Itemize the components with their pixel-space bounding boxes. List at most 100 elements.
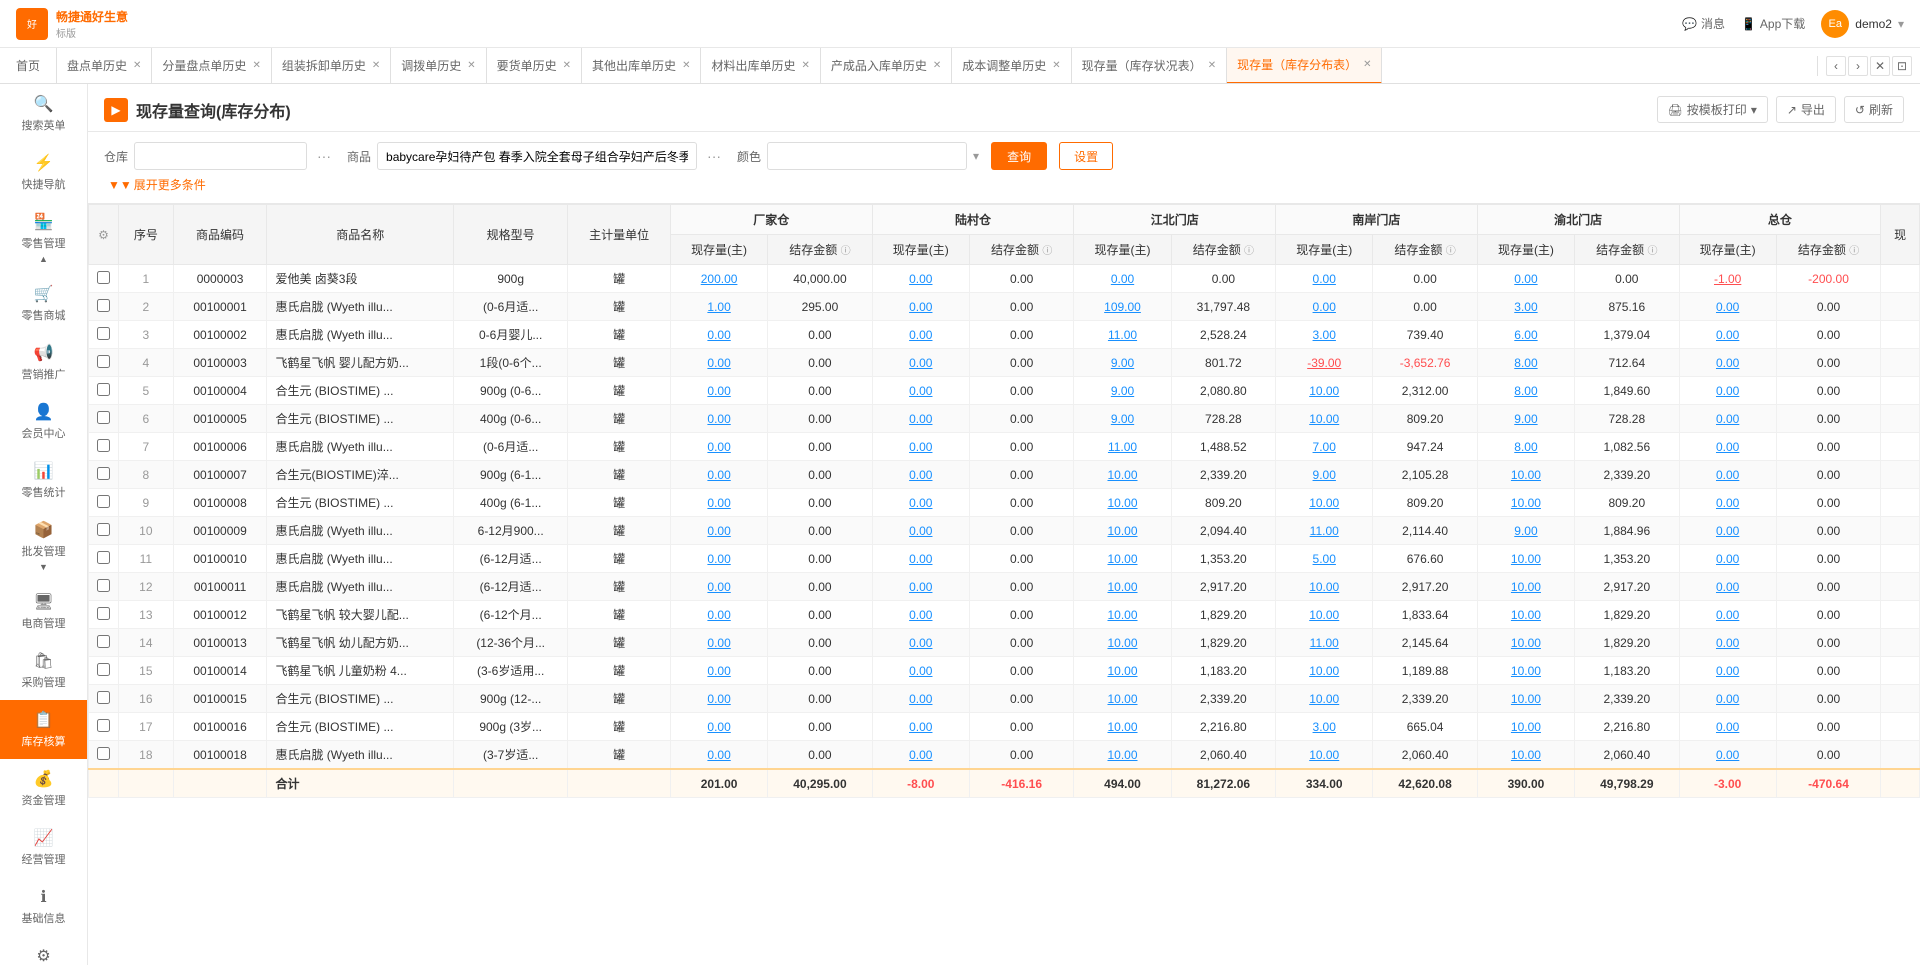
settings-btn[interactable]: 设置	[1059, 142, 1113, 170]
row-nanan-qty-8[interactable]: 10.00	[1276, 489, 1373, 517]
row-factory-qty-4[interactable]: 0.00	[670, 377, 767, 405]
row-jiangbei-qty-13[interactable]: 10.00	[1074, 629, 1171, 657]
tab-close-7[interactable]: ✕	[933, 60, 941, 71]
row-yubei-qty-5[interactable]: 9.00	[1477, 405, 1574, 433]
tab-3[interactable]: 调拨单历史 ✕	[391, 48, 486, 84]
row-factory-qty-7[interactable]: 0.00	[670, 461, 767, 489]
row-jiangbei-qty-8[interactable]: 10.00	[1074, 489, 1171, 517]
row-jiangbei-qty-16[interactable]: 10.00	[1074, 713, 1171, 741]
row-factory-qty-10[interactable]: 0.00	[670, 545, 767, 573]
row-jiangbei-qty-14[interactable]: 10.00	[1074, 657, 1171, 685]
sidebar-item-retail-mall[interactable]: 🛒 零售商城	[0, 274, 87, 333]
warehouse-input[interactable]	[134, 142, 307, 170]
row-total-qty-0[interactable]: -1.00	[1679, 265, 1776, 293]
sidebar-item-members[interactable]: 👤 会员中心	[0, 392, 87, 451]
tab-8[interactable]: 成本调整单历史 ✕	[952, 48, 1071, 84]
row-nanan-qty-12[interactable]: 10.00	[1276, 601, 1373, 629]
row-nanan-qty-16[interactable]: 3.00	[1276, 713, 1373, 741]
row-checkbox-8[interactable]	[89, 489, 119, 517]
row-lu-qty-15[interactable]: 0.00	[872, 685, 969, 713]
tab-6[interactable]: 材料出库单历史 ✕	[701, 48, 820, 84]
row-nanan-qty-3[interactable]: -39.00	[1276, 349, 1373, 377]
sidebar-item-operation[interactable]: 📈 经营管理	[0, 818, 87, 877]
tab-expand-btn[interactable]: ⊡	[1892, 56, 1912, 76]
row-yubei-qty-3[interactable]: 8.00	[1477, 349, 1574, 377]
sidebar-item-inventory[interactable]: 📋 库存核算	[0, 700, 87, 759]
row-factory-qty-1[interactable]: 1.00	[670, 293, 767, 321]
tab-close-4[interactable]: ✕	[563, 60, 571, 71]
goods-ellipsis-btn[interactable]: ···	[703, 148, 725, 164]
row-total-qty-17[interactable]: 0.00	[1679, 741, 1776, 770]
row-checkbox-0[interactable]	[89, 265, 119, 293]
row-nanan-qty-1[interactable]: 0.00	[1276, 293, 1373, 321]
row-jiangbei-qty-1[interactable]: 109.00	[1074, 293, 1171, 321]
row-lu-qty-4[interactable]: 0.00	[872, 377, 969, 405]
row-yubei-qty-8[interactable]: 10.00	[1477, 489, 1574, 517]
tab-close-1[interactable]: ✕	[252, 60, 260, 71]
row-checkbox-16[interactable]	[89, 713, 119, 741]
row-nanan-qty-5[interactable]: 10.00	[1276, 405, 1373, 433]
row-jiangbei-qty-9[interactable]: 10.00	[1074, 517, 1171, 545]
row-checkbox-13[interactable]	[89, 629, 119, 657]
warehouse-ellipsis-btn[interactable]: ···	[313, 148, 335, 164]
row-total-qty-9[interactable]: 0.00	[1679, 517, 1776, 545]
sidebar-item-marketing[interactable]: 📢 营销推广	[0, 333, 87, 392]
user-area[interactable]: Ea demo2 ▾	[1821, 10, 1904, 38]
info-icon-4[interactable]: ⓘ	[1446, 246, 1456, 257]
tab-close-6[interactable]: ✕	[801, 60, 809, 71]
color-input[interactable]	[767, 142, 967, 170]
row-yubei-qty-15[interactable]: 10.00	[1477, 685, 1574, 713]
sidebar-item-retail-stats[interactable]: 📊 零售统计	[0, 451, 87, 510]
row-factory-qty-17[interactable]: 0.00	[670, 741, 767, 770]
info-icon-6[interactable]: ⓘ	[1849, 246, 1859, 257]
export-btn[interactable]: ↗ 导出	[1776, 96, 1836, 123]
row-yubei-qty-10[interactable]: 10.00	[1477, 545, 1574, 573]
row-jiangbei-qty-11[interactable]: 10.00	[1074, 573, 1171, 601]
row-checkbox-6[interactable]	[89, 433, 119, 461]
row-factory-qty-6[interactable]: 0.00	[670, 433, 767, 461]
row-checkbox-11[interactable]	[89, 573, 119, 601]
row-nanan-qty-7[interactable]: 9.00	[1276, 461, 1373, 489]
row-yubei-qty-4[interactable]: 8.00	[1477, 377, 1574, 405]
row-total-qty-10[interactable]: 0.00	[1679, 545, 1776, 573]
row-total-qty-7[interactable]: 0.00	[1679, 461, 1776, 489]
row-checkbox-10[interactable]	[89, 545, 119, 573]
row-nanan-qty-9[interactable]: 11.00	[1276, 517, 1373, 545]
sidebar-item-quicknav[interactable]: ⚡ 快捷导航	[0, 143, 87, 202]
row-total-qty-5[interactable]: 0.00	[1679, 405, 1776, 433]
row-nanan-qty-2[interactable]: 3.00	[1276, 321, 1373, 349]
row-total-qty-2[interactable]: 0.00	[1679, 321, 1776, 349]
sidebar-item-purchase[interactable]: 🛍 采购管理	[0, 641, 87, 700]
row-nanan-qty-10[interactable]: 5.00	[1276, 545, 1373, 573]
row-factory-qty-15[interactable]: 0.00	[670, 685, 767, 713]
refresh-btn[interactable]: ↺ 刷新	[1844, 96, 1904, 123]
tab-close-0[interactable]: ✕	[133, 60, 141, 71]
query-btn[interactable]: 查询	[991, 142, 1047, 170]
info-icon-2[interactable]: ⓘ	[1042, 246, 1052, 257]
row-lu-qty-12[interactable]: 0.00	[872, 601, 969, 629]
tab-home[interactable]: 首页	[0, 48, 57, 84]
row-jiangbei-qty-10[interactable]: 10.00	[1074, 545, 1171, 573]
row-checkbox-7[interactable]	[89, 461, 119, 489]
row-jiangbei-qty-17[interactable]: 10.00	[1074, 741, 1171, 770]
sidebar-item-search[interactable]: 🔍 搜索英单	[0, 84, 87, 143]
row-lu-qty-1[interactable]: 0.00	[872, 293, 969, 321]
sidebar-item-wholesale[interactable]: 📦 批发管理 ▼	[0, 510, 87, 582]
row-yubei-qty-0[interactable]: 0.00	[1477, 265, 1574, 293]
row-checkbox-14[interactable]	[89, 657, 119, 685]
expand-conditions-btn[interactable]: ▼▼ 展开更多条件	[108, 176, 1904, 193]
row-lu-qty-0[interactable]: 0.00	[872, 265, 969, 293]
row-yubei-qty-2[interactable]: 6.00	[1477, 321, 1574, 349]
row-factory-qty-16[interactable]: 0.00	[670, 713, 767, 741]
row-factory-qty-8[interactable]: 0.00	[670, 489, 767, 517]
row-lu-qty-13[interactable]: 0.00	[872, 629, 969, 657]
row-total-qty-8[interactable]: 0.00	[1679, 489, 1776, 517]
goods-input[interactable]	[377, 142, 697, 170]
row-nanan-qty-14[interactable]: 10.00	[1276, 657, 1373, 685]
row-lu-qty-3[interactable]: 0.00	[872, 349, 969, 377]
row-factory-qty-0[interactable]: 200.00	[670, 265, 767, 293]
tab-close-9[interactable]: ✕	[1208, 60, 1216, 71]
row-lu-qty-10[interactable]: 0.00	[872, 545, 969, 573]
row-nanan-qty-11[interactable]: 10.00	[1276, 573, 1373, 601]
info-icon-3[interactable]: ⓘ	[1244, 246, 1254, 257]
